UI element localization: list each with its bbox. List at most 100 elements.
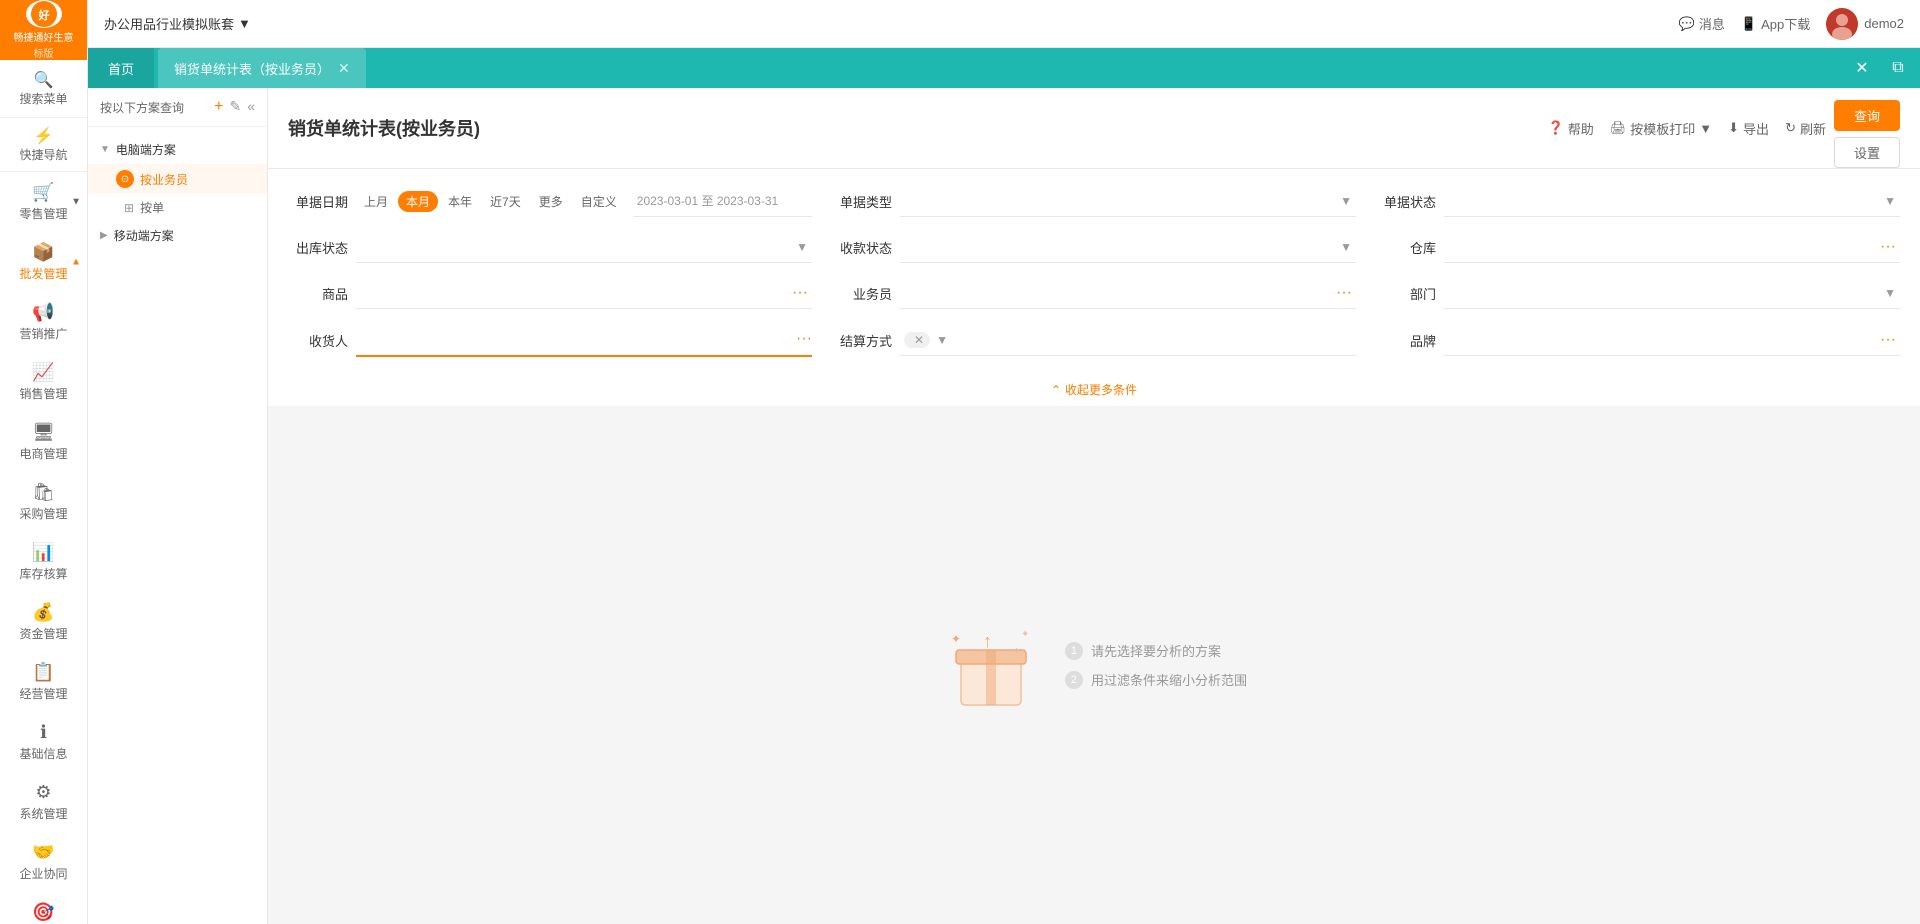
recv-status-label: 收款状态 xyxy=(832,238,892,257)
sidebar-item-retail[interactable]: 🛒 零售管理 ▼ xyxy=(0,172,87,232)
warehouse-select[interactable]: ··· xyxy=(1444,231,1900,263)
message-btn[interactable]: 💬 消息 xyxy=(1679,14,1725,33)
right-content: 销货单统计表(按业务员) ❓ 帮助 🖨 按模板打印 ▼ ⬇ xyxy=(268,88,1920,924)
scheme-item-by-salesperson[interactable]: ⊙ 按业务员 xyxy=(88,164,267,194)
goods-select[interactable]: ··· xyxy=(356,277,812,309)
warehouse-label: 仓库 xyxy=(1376,238,1436,257)
sidebar-item-wholesale[interactable]: 📦 批发管理 ▲ xyxy=(0,232,87,292)
filter-row-3: 商品 ··· 业务员 ··· 部门 xyxy=(288,277,1900,309)
sidebar-item-basic-info[interactable]: ℹ 基础信息 xyxy=(0,712,87,772)
topbar: 办公用品行业模拟账套 ▼ 💬 消息 📱 App下载 xyxy=(88,0,1920,48)
pay-method-select[interactable]: ✕ ▼ xyxy=(900,324,1356,356)
sidebar-quick-nav-btn[interactable]: ⚡ 快捷导航 xyxy=(0,118,87,172)
refresh-btn[interactable]: ↻ 刷新 xyxy=(1785,119,1826,138)
marketing-icon: 📢 xyxy=(32,302,54,323)
left-panel: 按以下方案查询 + ✎ « ▼ 电脑端方案 ⊙ 按业务员 xyxy=(88,88,268,924)
filter-status: 单据状态 ▼ xyxy=(1376,185,1900,217)
tab-home[interactable]: 首页 xyxy=(88,48,154,88)
status-arrow: ▼ xyxy=(1884,194,1896,208)
receiver-input[interactable] xyxy=(356,323,796,355)
edit-scheme-icon[interactable]: ✎ xyxy=(229,98,241,116)
salesperson-dots[interactable]: ··· xyxy=(1336,284,1352,302)
account-dropdown-arrow: ▼ xyxy=(238,16,251,31)
export-btn[interactable]: ⬇ 导出 xyxy=(1728,119,1769,138)
sidebar-item-sales[interactable]: 📈 销售管理 xyxy=(0,352,87,412)
export-label: 导出 xyxy=(1743,119,1769,138)
date-tab-custom[interactable]: 自定义 xyxy=(573,191,625,212)
topbar-right: 💬 消息 📱 App下载 demo2 xyxy=(1679,8,1904,40)
message-label: 消息 xyxy=(1699,14,1725,33)
marketing-label: 营销推广 xyxy=(19,325,67,342)
goods-dots[interactable]: ··· xyxy=(792,284,808,302)
desktop-group-header[interactable]: ▼ 电脑端方案 xyxy=(88,135,267,164)
date-tab-last-month[interactable]: 上月 xyxy=(356,191,396,212)
pay-method-arrow: ▼ xyxy=(936,333,948,347)
date-filter: 上月 本月 本年 近7天 更多 自定义 2023-03-01 至 2023-03… xyxy=(356,185,812,217)
help-btn[interactable]: ❓ 帮助 xyxy=(1548,119,1594,138)
clear-tag-close[interactable]: ✕ xyxy=(914,333,924,347)
date-tab-7days[interactable]: 近7天 xyxy=(482,191,529,212)
out-status-select[interactable]: ▼ xyxy=(356,231,812,263)
sidebar-item-inventory[interactable]: 📊 库存核算 xyxy=(0,532,87,592)
basic-info-icon: ℹ xyxy=(40,722,47,743)
date-label: 单据日期 xyxy=(288,192,348,211)
sidebar-item-finance[interactable]: 💰 资金管理 xyxy=(0,592,87,652)
scheme-item-label: 按业务员 xyxy=(140,171,188,188)
sub-scheme-item-by-order[interactable]: ⊞ 按单 xyxy=(88,194,267,221)
add-scheme-icon[interactable]: + xyxy=(214,98,223,116)
account-dropdown[interactable]: 办公用品行业模拟账套 ▼ xyxy=(104,14,251,33)
filter-row-1: 单据日期 上月 本月 本年 近7天 更多 自定义 2023- xyxy=(288,185,1900,217)
date-tab-this-year[interactable]: 本年 xyxy=(440,191,480,212)
dept-select[interactable]: ▼ xyxy=(1444,277,1900,309)
salesperson-label: 业务员 xyxy=(832,284,892,303)
collab-icon: 🤝 xyxy=(32,842,54,863)
sidebar-item-ecommerce[interactable]: 🖥 电商管理 xyxy=(0,412,87,472)
sidebar-item-purchase[interactable]: 🛍 采购管理 xyxy=(0,472,87,532)
sidebar-search-btn[interactable]: 🔍 搜索菜单 xyxy=(0,60,87,118)
filter-row-4: 收货人 ··· 结算方式 ✕ ▼ xyxy=(288,323,1900,357)
sidebar-item-marketing[interactable]: 📢 营销推广 xyxy=(0,292,87,352)
tab-sales-stat[interactable]: 销货单统计表（按业务员） ✕ xyxy=(158,48,366,88)
tab-close-all-btn[interactable]: ✕ xyxy=(1848,54,1876,82)
left-panel-header: 按以下方案查询 + ✎ « xyxy=(88,88,267,127)
setting-button[interactable]: 设置 xyxy=(1834,137,1900,168)
status-select[interactable]: ▼ xyxy=(1444,185,1900,217)
desktop-group-label: 电脑端方案 xyxy=(116,141,176,158)
date-tab-this-month[interactable]: 本月 xyxy=(398,191,438,212)
warehouse-dots[interactable]: ··· xyxy=(1880,238,1896,256)
recv-status-select[interactable]: ▼ xyxy=(900,231,1356,263)
filter-warehouse: 仓库 ··· xyxy=(1376,231,1900,263)
pay-method-label: 结算方式 xyxy=(832,331,892,350)
receiver-label: 收货人 xyxy=(288,331,348,350)
sidebar-item-collab[interactable]: 🤝 企业协同 xyxy=(0,832,87,892)
type-select[interactable]: ▼ xyxy=(900,185,1356,217)
sidebar-item-operation[interactable]: 📋 经营管理 xyxy=(0,652,87,712)
tab-restore-btn[interactable]: ⧉ xyxy=(1884,54,1912,82)
receiver-dots[interactable]: ··· xyxy=(796,330,812,348)
ecommerce-icon: 🖥 xyxy=(32,422,55,443)
refresh-label: 刷新 xyxy=(1800,119,1826,138)
content-area: 按以下方案查询 + ✎ « ▼ 电脑端方案 ⊙ 按业务员 xyxy=(88,88,1920,924)
salesperson-select[interactable]: ··· xyxy=(900,277,1356,309)
date-tab-more[interactable]: 更多 xyxy=(531,191,571,212)
app-download-btn[interactable]: 📱 App下载 xyxy=(1741,14,1810,33)
tab-close-icon[interactable]: ✕ xyxy=(338,60,350,77)
filter-receiver: 收货人 ··· xyxy=(288,323,812,357)
brand-select[interactable]: ··· xyxy=(1444,324,1900,356)
date-range-display[interactable]: 2023-03-01 至 2023-03-31 xyxy=(633,185,812,217)
mobile-scheme-group[interactable]: ▶ 移动端方案 xyxy=(88,221,267,250)
pay-method-clear-tag: ✕ xyxy=(904,332,930,348)
collapse-btn[interactable]: ⌃ 收起更多条件 xyxy=(268,373,1920,406)
query-button[interactable]: 查询 xyxy=(1834,100,1900,131)
main-area: 办公用品行业模拟账套 ▼ 💬 消息 📱 App下载 xyxy=(88,0,1920,924)
hint-num-1: 1 xyxy=(1065,642,1083,660)
collapse-scheme-icon[interactable]: « xyxy=(247,98,255,116)
print-btn[interactable]: 🖨 按模板打印 ▼ xyxy=(1610,119,1712,138)
sidebar-item-system[interactable]: ⚙ 系统管理 xyxy=(0,772,87,832)
hint-num-2: 2 xyxy=(1065,671,1083,689)
finance-icon: 💰 xyxy=(32,602,54,623)
brand-dots[interactable]: ··· xyxy=(1880,331,1896,349)
sidebar-item-guide[interactable]: 🎯 新手引导 xyxy=(0,892,87,924)
user-profile[interactable]: demo2 xyxy=(1826,8,1904,40)
svg-text:✦: ✦ xyxy=(1013,646,1020,655)
